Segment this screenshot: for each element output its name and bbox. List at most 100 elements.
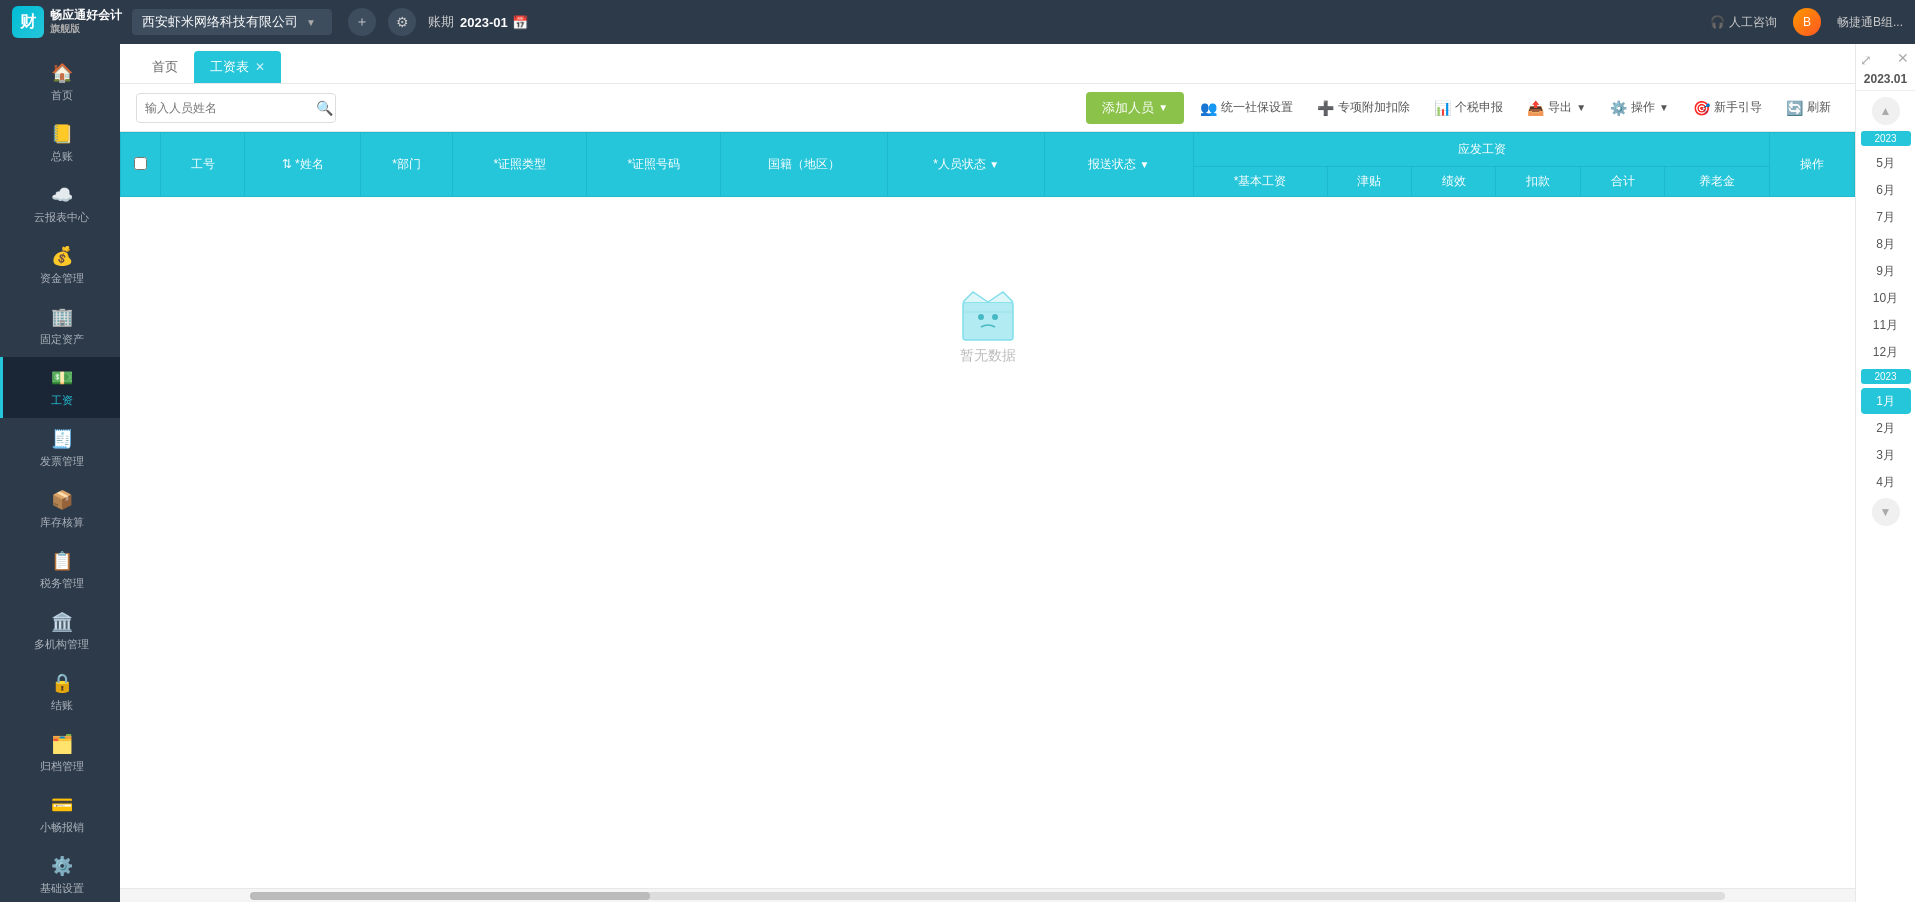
header-checkbox-col[interactable]: [121, 133, 161, 197]
refresh-action[interactable]: 🔄 刷新: [1778, 95, 1839, 120]
sidebar-item-expense[interactable]: 💳 小畅报销: [0, 784, 120, 845]
panel-expand-button[interactable]: ⤢: [1860, 52, 1872, 68]
tab-close-icon[interactable]: ✕: [255, 61, 265, 73]
select-all-checkbox[interactable]: [134, 157, 147, 170]
month-item-7[interactable]: 7月: [1861, 204, 1911, 230]
panel-close-button[interactable]: ✕: [1897, 50, 1909, 66]
sidebar-item-settings[interactable]: ⚙️ 基础设置: [0, 845, 120, 902]
empty-state-cell: 暂无数据: [121, 197, 1855, 446]
svg-point-1: [978, 314, 984, 320]
ops-action[interactable]: ⚙️ 操作 ▼: [1602, 95, 1677, 120]
search-input[interactable]: [136, 93, 336, 123]
month-item-6[interactable]: 6月: [1861, 177, 1911, 203]
social-settings-action[interactable]: 👥 统一社保设置: [1192, 95, 1301, 120]
sidebar-label-multi: 多机构管理: [34, 637, 89, 652]
sidebar-item-ledger[interactable]: 📒 总账: [0, 113, 120, 174]
months-container: 20235月6月7月8月9月10月11月12月20231月2月3月4月: [1861, 127, 1911, 496]
ops-icon: ⚙️: [1610, 100, 1627, 116]
tab-home[interactable]: 首页: [136, 51, 194, 83]
header-id-no: *证照号码: [587, 133, 721, 197]
month-item-9[interactable]: 9月: [1861, 258, 1911, 284]
company-selector[interactable]: 西安虾米网络科技有限公司 ▼: [132, 9, 332, 35]
table-container[interactable]: 工号 ⇅ *姓名 *部门 *证照类型 *证照号码 国籍（地区） *人员状态 ▼ …: [120, 132, 1855, 888]
invoice-icon: 🧾: [51, 428, 73, 450]
month-item-8[interactable]: 8月: [1861, 231, 1911, 257]
month-item-3[interactable]: 3月: [1861, 442, 1911, 468]
month-item-12[interactable]: 12月: [1861, 339, 1911, 365]
header-nation: 国籍（地区）: [721, 133, 888, 197]
month-nav-up-button[interactable]: ▲: [1872, 97, 1900, 125]
export-action[interactable]: 📤 导出 ▼: [1519, 95, 1594, 120]
funds-icon: 💰: [51, 245, 73, 267]
tab-salary[interactable]: 工资表 ✕: [194, 51, 281, 83]
header-total: 合计: [1580, 167, 1664, 197]
refresh-label: 刷新: [1807, 99, 1831, 116]
filter-icon-report[interactable]: ▼: [1140, 159, 1150, 170]
settings-icon[interactable]: ⚙: [388, 8, 416, 36]
sidebar-item-archive[interactable]: 🗂️ 归档管理: [0, 723, 120, 784]
tabs-bar: 首页 工资表 ✕: [120, 44, 1855, 84]
tax-icon: 📋: [51, 550, 73, 572]
multi-icon: 🏛️: [51, 611, 73, 633]
add-company-button[interactable]: ＋: [348, 8, 376, 36]
panel-top-section: ✕ ⤢ 2023.01: [1856, 48, 1915, 91]
sidebar-item-cloud[interactable]: ☁️ 云报表中心: [0, 174, 120, 235]
salary-icon: 💵: [51, 367, 73, 389]
month-item-11[interactable]: 11月: [1861, 312, 1911, 338]
sidebar-item-home[interactable]: 🏠 首页: [0, 52, 120, 113]
header-name: ⇅ *姓名: [245, 133, 361, 197]
header-ops: 操作: [1770, 133, 1855, 197]
month-item-10[interactable]: 10月: [1861, 285, 1911, 311]
sidebar-label-funds: 资金管理: [40, 271, 84, 286]
app-version: 旗舰版: [50, 22, 122, 36]
empty-text: 暂无数据: [960, 347, 1016, 365]
add-person-button[interactable]: 添加人员 ▼: [1086, 92, 1184, 124]
sidebar-item-inventory[interactable]: 📦 库存核算: [0, 479, 120, 540]
search-icon[interactable]: 🔍: [316, 100, 333, 116]
month-item-2[interactable]: 2月: [1861, 415, 1911, 441]
assets-icon: 🏢: [51, 306, 73, 328]
month-item-5[interactable]: 5月: [1861, 150, 1911, 176]
sidebar-item-tax[interactable]: 📋 税务管理: [0, 540, 120, 601]
horizontal-scrollbar-track[interactable]: [250, 892, 1725, 900]
app-name: 畅应通好会计: [50, 8, 122, 22]
ledger-icon: 📒: [51, 123, 73, 145]
month-item-4[interactable]: 4月: [1861, 469, 1911, 495]
tab-salary-label: 工资表: [210, 58, 249, 76]
sidebar-item-multi[interactable]: 🏛️ 多机构管理: [0, 601, 120, 662]
sidebar-item-funds[interactable]: 💰 资金管理: [0, 235, 120, 296]
logo-area: 财 畅应通好会计 旗舰版: [12, 6, 132, 38]
month-item-1[interactable]: 1月: [1861, 388, 1911, 414]
export-icon: 📤: [1527, 100, 1544, 116]
archive-icon: 🗂️: [51, 733, 73, 755]
sidebar-label-ledger: 总账: [51, 149, 73, 164]
company-name: 西安虾米网络科技有限公司: [142, 13, 298, 31]
guide-label: 新手引导: [1714, 99, 1762, 116]
tax-report-action[interactable]: 📊 个税申报: [1426, 95, 1511, 120]
guide-action[interactable]: 🎯 新手引导: [1685, 95, 1770, 120]
service-button[interactable]: 🎧 人工咨询: [1710, 14, 1777, 31]
horizontal-scrollbar-thumb[interactable]: [250, 892, 650, 900]
deduct-action[interactable]: ➕ 专项附加扣除: [1309, 95, 1418, 120]
month-nav-down-button[interactable]: ▼: [1872, 498, 1900, 526]
salary-table: 工号 ⇅ *姓名 *部门 *证照类型 *证照号码 国籍（地区） *人员状态 ▼ …: [120, 132, 1855, 445]
sidebar-label-inventory: 库存核算: [40, 515, 84, 530]
sidebar: 🏠 首页 📒 总账 ☁️ 云报表中心 💰 资金管理 🏢 固定资产 💵 工资 🧾 …: [0, 44, 120, 902]
filter-icon-status[interactable]: ▼: [989, 159, 999, 170]
empty-state: 暂无数据: [121, 197, 1855, 445]
table-body: 暂无数据: [121, 197, 1855, 446]
export-label: 导出: [1548, 99, 1572, 116]
header-person-status: *人员状态 ▼: [888, 133, 1045, 197]
empty-state-row: 暂无数据: [121, 197, 1855, 446]
header-actions: ＋ ⚙: [348, 8, 416, 36]
ops-arrow-icon: ▼: [1659, 102, 1669, 113]
calendar-icon[interactable]: 📅: [512, 15, 528, 30]
sidebar-item-assets[interactable]: 🏢 固定资产: [0, 296, 120, 357]
sidebar-item-salary[interactable]: 💵 工资: [0, 357, 120, 418]
header-performance: 绩效: [1411, 167, 1495, 197]
top-header: 财 畅应通好会计 旗舰版 西安虾米网络科技有限公司 ▼ ＋ ⚙ 账期 2023-…: [0, 0, 1915, 44]
sidebar-label-settings: 基础设置: [40, 881, 84, 896]
year-2023-badge: 2023: [1861, 369, 1911, 384]
sidebar-item-invoice[interactable]: 🧾 发票管理: [0, 418, 120, 479]
sidebar-item-close[interactable]: 🔒 结账: [0, 662, 120, 723]
